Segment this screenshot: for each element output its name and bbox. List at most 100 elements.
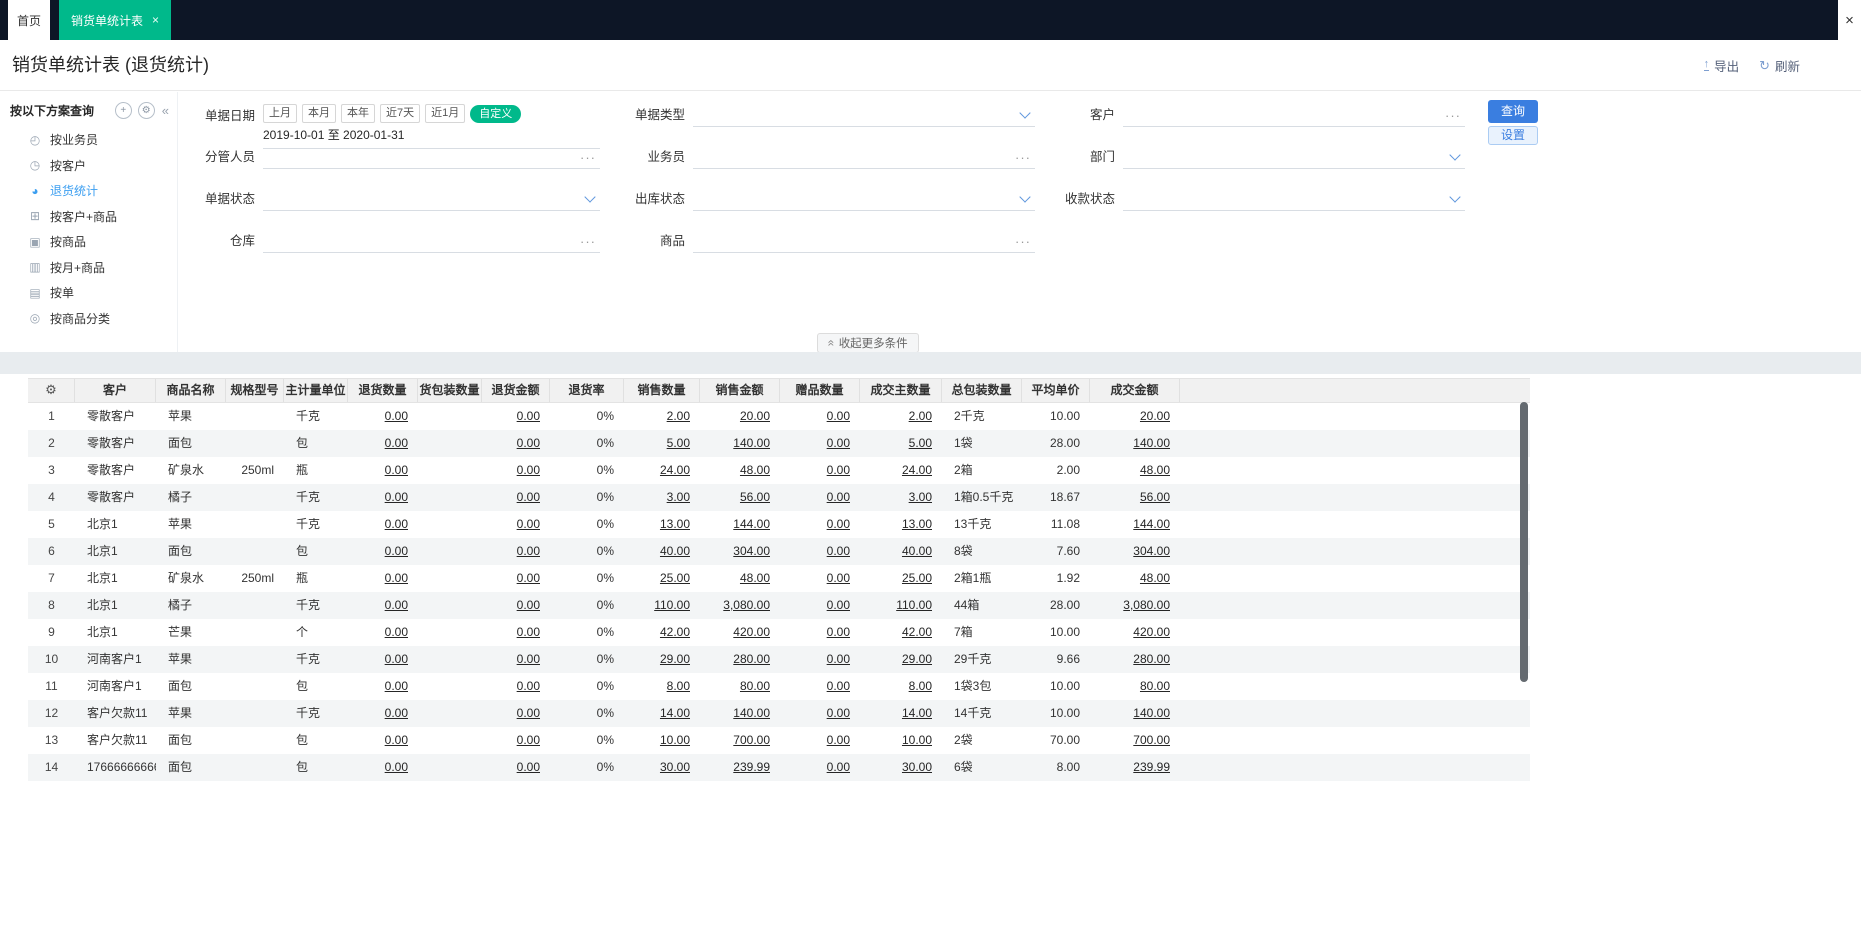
return-amount-link[interactable]: 0.00 [517, 544, 540, 558]
filter-doc-type-select[interactable] [693, 102, 1035, 127]
scheme-settings-button[interactable]: ⚙ [137, 102, 155, 119]
table-row[interactable]: 6 北京1 面包 包 0.00 0.00 0% 40.00 304.00 0.00 40.00 8袋 7… [28, 538, 1530, 565]
gift-qty-link[interactable]: 0.00 [827, 652, 850, 666]
return-amount-link[interactable]: 0.00 [517, 571, 540, 585]
gift-qty-link[interactable]: 0.00 [827, 436, 850, 450]
gift-qty-link[interactable]: 0.00 [827, 571, 850, 585]
deal-amount-link[interactable]: 700.00 [1133, 733, 1170, 747]
add-scheme-button[interactable]: + [114, 102, 132, 119]
refresh-button[interactable]: ↻ 刷新 [1759, 56, 1800, 75]
sales-qty-link[interactable]: 3.00 [667, 490, 690, 504]
export-button[interactable]: ↑ 导出 [1703, 56, 1739, 75]
deal-main-qty-link[interactable]: 13.00 [902, 517, 932, 531]
gift-qty-link[interactable]: 0.00 [827, 706, 850, 720]
deal-amount-link[interactable]: 56.00 [1140, 490, 1170, 504]
window-close-button[interactable]: × [1838, 0, 1861, 40]
gift-qty-link[interactable]: 0.00 [827, 679, 850, 693]
sales-qty-link[interactable]: 24.00 [660, 463, 690, 477]
sales-qty-link[interactable]: 10.00 [660, 733, 690, 747]
return-qty-link[interactable]: 0.00 [385, 517, 408, 531]
tab-home[interactable]: 首页 [8, 0, 50, 40]
sidebar-item-return-statistics[interactable]: ◕ 退货统计 [0, 178, 177, 204]
gift-qty-link[interactable]: 0.00 [827, 517, 850, 531]
deal-main-qty-link[interactable]: 42.00 [902, 625, 932, 639]
deal-amount-link[interactable]: 140.00 [1133, 706, 1170, 720]
deal-amount-link[interactable]: 280.00 [1133, 652, 1170, 666]
deal-amount-link[interactable]: 140.00 [1133, 436, 1170, 450]
gift-qty-link[interactable]: 0.00 [827, 544, 850, 558]
deal-amount-link[interactable]: 80.00 [1140, 679, 1170, 693]
return-amount-link[interactable]: 0.00 [517, 436, 540, 450]
vertical-scrollbar[interactable] [1520, 402, 1528, 779]
filter-customer-input[interactable]: ··· [1123, 102, 1465, 127]
sales-amount-link[interactable]: 420.00 [733, 625, 770, 639]
collapse-sidebar-icon[interactable]: « [162, 103, 169, 118]
sales-qty-link[interactable]: 110.00 [654, 598, 690, 612]
sales-qty-link[interactable]: 30.00 [660, 760, 690, 774]
gift-qty-link[interactable]: 0.00 [827, 409, 850, 423]
table-row[interactable]: 5 北京1 苹果 千克 0.00 0.00 0% 13.00 144.00 0.00 13.00 13… [28, 511, 1530, 538]
custom-range-button[interactable]: 自定义 [470, 104, 522, 123]
sales-amount-link[interactable]: 48.00 [740, 463, 770, 477]
return-qty-link[interactable]: 0.00 [385, 571, 408, 585]
deal-main-qty-link[interactable]: 40.00 [902, 544, 932, 558]
sidebar-item-by-customer[interactable]: ◷ 按客户 [0, 153, 177, 179]
table-row[interactable]: 10 河南客户1 苹果 千克 0.00 0.00 0% 29.00 280.00 0.00 29.0… [28, 646, 1530, 673]
this-month-button[interactable]: 本月 [302, 104, 336, 123]
recent-1-month-button[interactable]: 近1月 [425, 104, 466, 123]
settings-button[interactable]: 设置 [1488, 126, 1538, 145]
filter-product-input[interactable]: ··· [693, 228, 1035, 253]
return-amount-link[interactable]: 0.00 [517, 733, 540, 747]
sales-amount-link[interactable]: 140.00 [733, 706, 770, 720]
deal-amount-link[interactable]: 48.00 [1140, 571, 1170, 585]
sales-qty-link[interactable]: 2.00 [667, 409, 690, 423]
table-row[interactable]: 1 零散客户 苹果 千克 0.00 0.00 0% 2.00 20.00 0.00 2.00 2千克 1… [28, 403, 1530, 430]
sidebar-item-by-month-product[interactable]: ▥ 按月+商品 [0, 255, 177, 281]
sales-amount-link[interactable]: 3,080.00 [723, 598, 770, 612]
gift-qty-link[interactable]: 0.00 [827, 760, 850, 774]
sales-amount-link[interactable]: 280.00 [733, 652, 770, 666]
table-row[interactable]: 9 北京1 芒果 个 0.00 0.00 0% 42.00 420.00 0.00 42.00 7箱 1… [28, 619, 1530, 646]
return-amount-link[interactable]: 0.00 [517, 760, 540, 774]
deal-amount-link[interactable]: 48.00 [1140, 463, 1170, 477]
return-qty-link[interactable]: 0.00 [385, 463, 408, 477]
table-row[interactable]: 8 北京1 橘子 千克 0.00 0.00 0% 110.00 3,080.00 0.00 110.… [28, 592, 1530, 619]
filter-payment-status-select[interactable] [1123, 186, 1465, 211]
return-qty-link[interactable]: 0.00 [385, 625, 408, 639]
return-amount-link[interactable]: 0.00 [517, 679, 540, 693]
sales-qty-link[interactable]: 14.00 [660, 706, 690, 720]
tab-sales-statistics[interactable]: 销货单统计表 × [59, 0, 172, 40]
sales-qty-link[interactable]: 5.00 [667, 436, 690, 450]
scrollbar-thumb[interactable] [1520, 402, 1528, 682]
sidebar-item-by-salesperson[interactable]: ◴ 按业务员 [0, 127, 177, 153]
deal-amount-link[interactable]: 304.00 [1133, 544, 1170, 558]
query-button[interactable]: 查询 [1488, 100, 1538, 123]
return-qty-link[interactable]: 0.00 [385, 652, 408, 666]
deal-main-qty-link[interactable]: 5.00 [909, 436, 932, 450]
filter-manager-input[interactable]: ··· [263, 144, 600, 169]
deal-amount-link[interactable]: 239.99 [1133, 760, 1170, 774]
table-row[interactable]: 14 17666666666 面包 包 0.00 0.00 0% 30.00 239.99 0.0… [28, 754, 1530, 781]
sales-qty-link[interactable]: 42.00 [660, 625, 690, 639]
sidebar-item-by-customer-product[interactable]: ⊞ 按客户+商品 [0, 204, 177, 230]
return-amount-link[interactable]: 0.00 [517, 598, 540, 612]
collapse-conditions-button[interactable]: « 收起更多条件 [817, 333, 919, 353]
deal-main-qty-link[interactable]: 29.00 [902, 652, 932, 666]
return-qty-link[interactable]: 0.00 [385, 409, 408, 423]
deal-amount-link[interactable]: 144.00 [1133, 517, 1170, 531]
deal-amount-link[interactable]: 20.00 [1140, 409, 1170, 423]
sales-amount-link[interactable]: 56.00 [740, 490, 770, 504]
sidebar-item-by-product[interactable]: ▣ 按商品 [0, 229, 177, 255]
deal-main-qty-link[interactable]: 25.00 [902, 571, 932, 585]
return-amount-link[interactable]: 0.00 [517, 490, 540, 504]
table-row[interactable]: 7 北京1 矿泉水 250ml 瓶 0.00 0.00 0% 25.00 48.00 0.00 25.… [28, 565, 1530, 592]
recent-7-days-button[interactable]: 近7天 [380, 104, 421, 123]
sales-qty-link[interactable]: 29.00 [660, 652, 690, 666]
sales-amount-link[interactable]: 20.00 [740, 409, 770, 423]
gift-qty-link[interactable]: 0.00 [827, 598, 850, 612]
deal-main-qty-link[interactable]: 110.00 [896, 598, 932, 612]
sales-qty-link[interactable]: 25.00 [660, 571, 690, 585]
return-qty-link[interactable]: 0.00 [385, 598, 408, 612]
table-row[interactable]: 3 零散客户 矿泉水 250ml 瓶 0.00 0.00 0% 24.00 48.00 0.00 24… [28, 457, 1530, 484]
sales-qty-link[interactable]: 13.00 [660, 517, 690, 531]
